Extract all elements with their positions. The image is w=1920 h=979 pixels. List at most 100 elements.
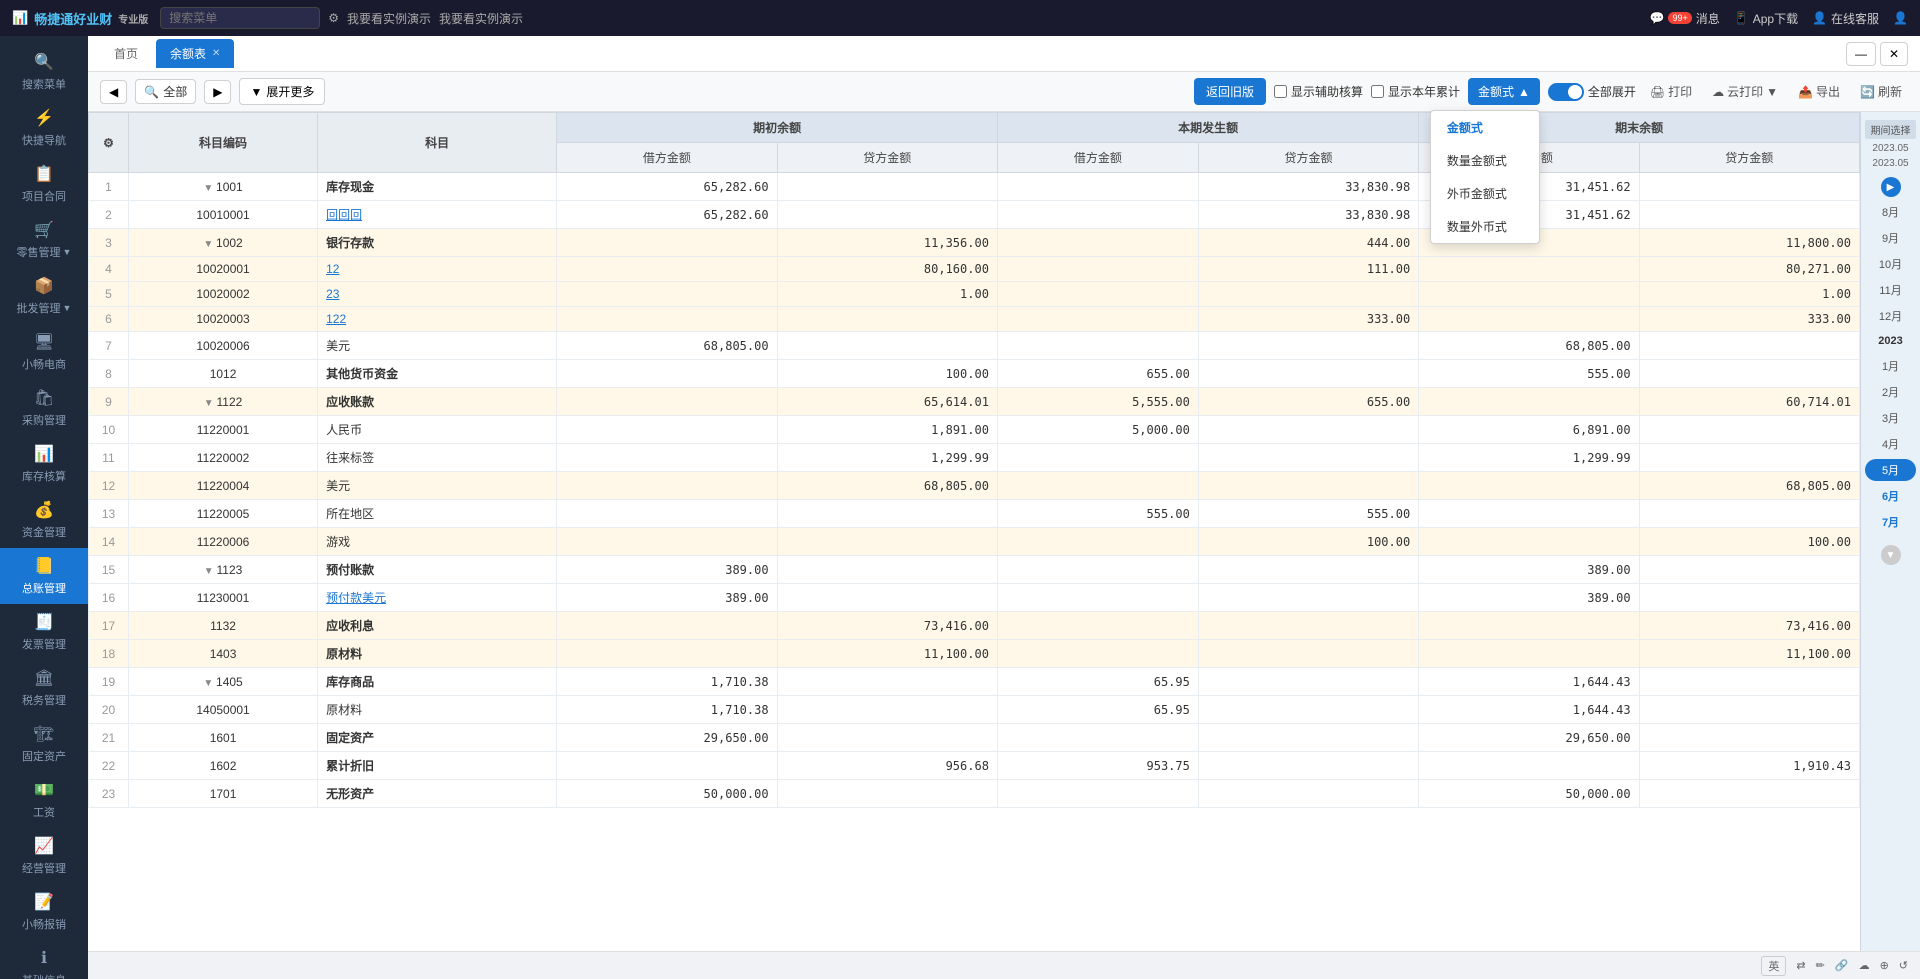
dropdown-item-amount[interactable]: 金额式: [1431, 111, 1539, 144]
auxiliary-check[interactable]: [1274, 85, 1287, 98]
sidebar-item-wholesale[interactable]: 📦 批发管理 ▼: [0, 268, 88, 324]
table-row: 211601固定资产29,650.0029,650.00: [89, 724, 1860, 752]
amount-cell-opening_debit: [557, 640, 777, 668]
top-search-input[interactable]: [160, 7, 320, 29]
amount-cell-closing_debit: 68,805.00: [1419, 332, 1639, 360]
style-dropdown-btn[interactable]: 金额式 ▲: [1468, 78, 1540, 105]
amount-cell-closing_credit: [1639, 780, 1859, 808]
window-close-btn[interactable]: ✕: [1880, 42, 1908, 66]
link-icon[interactable]: 🔗: [1835, 959, 1849, 972]
sidebar-item-tax[interactable]: 🏛 税务管理: [0, 660, 88, 716]
col-closing-credit-header: 贷方金额: [1639, 143, 1859, 173]
amount-cell-opening_credit: 1,891.00: [777, 416, 997, 444]
show-auxiliary-checkbox[interactable]: 显示辅助核算: [1274, 83, 1363, 100]
account-code: ▼ 1002: [129, 229, 318, 257]
sidebar-item-invoice[interactable]: 🧾 发票管理: [0, 604, 88, 660]
sidebar-item-search[interactable]: 🔍 搜索菜单: [0, 44, 88, 100]
dropdown-item-qty-foreign[interactable]: 数量外币式: [1431, 210, 1539, 243]
window-minimize-btn[interactable]: —: [1846, 42, 1876, 66]
panel-collapse-btn[interactable]: ▶: [1881, 177, 1901, 197]
table-row: 221602累计折旧956.68953.751,910.43: [89, 752, 1860, 780]
nav-prev-btn[interactable]: ◀: [100, 80, 127, 104]
sidebar-item-report[interactable]: 📝 小畅报销: [0, 884, 88, 940]
app-download-btn[interactable]: 📱 App下载: [1734, 10, 1798, 27]
sidebar-label-report: 小畅报销: [22, 916, 66, 932]
add-icon[interactable]: ⊕: [1880, 959, 1889, 972]
tab-label-yue-e: 余额表: [170, 45, 206, 62]
col-settings[interactable]: ⚙: [89, 113, 129, 173]
amount-cell-opening_debit: 50,000.00: [557, 780, 777, 808]
sidebar-item-inventory[interactable]: 📊 库存核算: [0, 436, 88, 492]
sidebar-item-retail[interactable]: 🛒 零售管理 ▼: [0, 212, 88, 268]
tab-home[interactable]: 首页: [100, 39, 152, 68]
return-old-btn[interactable]: 返回旧版: [1194, 78, 1266, 105]
month-11[interactable]: 11月: [1865, 279, 1916, 301]
print-btn[interactable]: 🖨 打印: [1644, 79, 1698, 104]
ytd-check[interactable]: [1371, 85, 1384, 98]
expand-more-btn[interactable]: ▼ 展开更多: [239, 78, 325, 105]
settings-icon[interactable]: ⚙: [328, 11, 339, 25]
account-name[interactable]: 预付款美元: [318, 584, 557, 612]
cloud-icon[interactable]: ☁: [1859, 959, 1870, 972]
sidebar-item-ops[interactable]: 📈 经营管理: [0, 828, 88, 884]
month-8[interactable]: 8月: [1865, 201, 1916, 223]
month-7[interactable]: 7月: [1865, 511, 1916, 533]
expand-toggle-switch[interactable]: [1548, 83, 1584, 101]
export-btn[interactable]: 📤 导出: [1792, 79, 1846, 104]
sidebar-item-project[interactable]: 📋 项目合同: [0, 156, 88, 212]
demo-text[interactable]: 我要看实例演示: [439, 10, 523, 27]
month-12[interactable]: 12月: [1865, 305, 1916, 327]
cloud-print-label: 云打印: [1727, 83, 1763, 100]
lang-toggle[interactable]: 英: [1761, 956, 1786, 976]
reset-icon[interactable]: ↺: [1899, 959, 1908, 972]
account-name[interactable]: 23: [318, 282, 557, 307]
month-10[interactable]: 10月: [1865, 253, 1916, 275]
amount-cell-closing_debit: 6,891.00: [1419, 416, 1639, 444]
show-ytd-checkbox[interactable]: 显示本年累计: [1371, 83, 1460, 100]
message-btn[interactable]: 💬 99+ 消息: [1650, 10, 1720, 27]
table-row: 1▼ 1001库存现金65,282.6033,830.9831,451.62: [89, 173, 1860, 201]
nav-next-btn[interactable]: ▶: [204, 80, 231, 104]
edition-badge: 专业版: [118, 11, 148, 26]
online-service-btn[interactable]: 👤 在线客服: [1812, 10, 1879, 27]
sidebar-item-assets[interactable]: 🏗 固定资产: [0, 716, 88, 772]
account-name[interactable]: 12: [318, 257, 557, 282]
sidebar-item-purchase[interactable]: 🛍 采购管理: [0, 380, 88, 436]
table-row: 81012其他货币资金100.00655.00555.00: [89, 360, 1860, 388]
report-icon: 📝: [34, 892, 54, 912]
month-9[interactable]: 9月: [1865, 227, 1916, 249]
row-number: 5: [89, 282, 129, 307]
amount-cell-opening_debit: 65,282.60: [557, 201, 777, 229]
month-5[interactable]: 5月: [1865, 459, 1916, 481]
settings-gear-icon[interactable]: ⚙: [103, 136, 114, 150]
refresh-btn[interactable]: 🔄 刷新: [1854, 79, 1908, 104]
amount-cell-opening_debit: [557, 282, 777, 307]
account-name[interactable]: 122: [318, 307, 557, 332]
month-6[interactable]: 6月: [1865, 485, 1916, 507]
demo-link[interactable]: 我要看实例演示: [347, 10, 431, 27]
month-2[interactable]: 2月: [1865, 381, 1916, 403]
account-name[interactable]: 回回回: [318, 201, 557, 229]
month-4[interactable]: 4月: [1865, 433, 1916, 455]
panel-expand-btn[interactable]: ▼: [1881, 545, 1901, 565]
sidebar-item-quicknav[interactable]: ⚡ 快捷导航: [0, 100, 88, 156]
sidebar-item-finance[interactable]: 💰 资金管理: [0, 492, 88, 548]
payroll-icon: 💵: [34, 780, 54, 800]
translate-icon[interactable]: ⇄: [1796, 959, 1805, 972]
sidebar-item-basic[interactable]: ℹ 基础信息: [0, 940, 88, 979]
tab-yue-e-biao[interactable]: 余额表 ✕: [156, 39, 234, 68]
dropdown-item-foreign-amount[interactable]: 外币金额式: [1431, 177, 1539, 210]
cloud-print-btn[interactable]: ☁ 云打印 ▼: [1706, 79, 1784, 104]
amount-cell-opening_debit: [557, 229, 777, 257]
month-3[interactable]: 3月: [1865, 407, 1916, 429]
sidebar: 🔍 搜索菜单 ⚡ 快捷导航 📋 项目合同 🛒 零售管理 ▼ 📦 批发管理 ▼ 🖥…: [0, 36, 88, 979]
edit-icon[interactable]: ✏: [1816, 959, 1825, 972]
sidebar-item-ledger[interactable]: 📒 总账管理: [0, 548, 88, 604]
sidebar-item-ecommerce[interactable]: 🖥 小畅电商: [0, 324, 88, 380]
month-1[interactable]: 1月: [1865, 355, 1916, 377]
dropdown-item-qty-amount[interactable]: 数量金额式: [1431, 144, 1539, 177]
sidebar-item-payroll[interactable]: 💵 工资: [0, 772, 88, 828]
tab-close-btn[interactable]: ✕: [212, 48, 220, 59]
account-code: ▼ 1122: [129, 388, 318, 416]
user-avatar[interactable]: 👤: [1893, 11, 1908, 25]
